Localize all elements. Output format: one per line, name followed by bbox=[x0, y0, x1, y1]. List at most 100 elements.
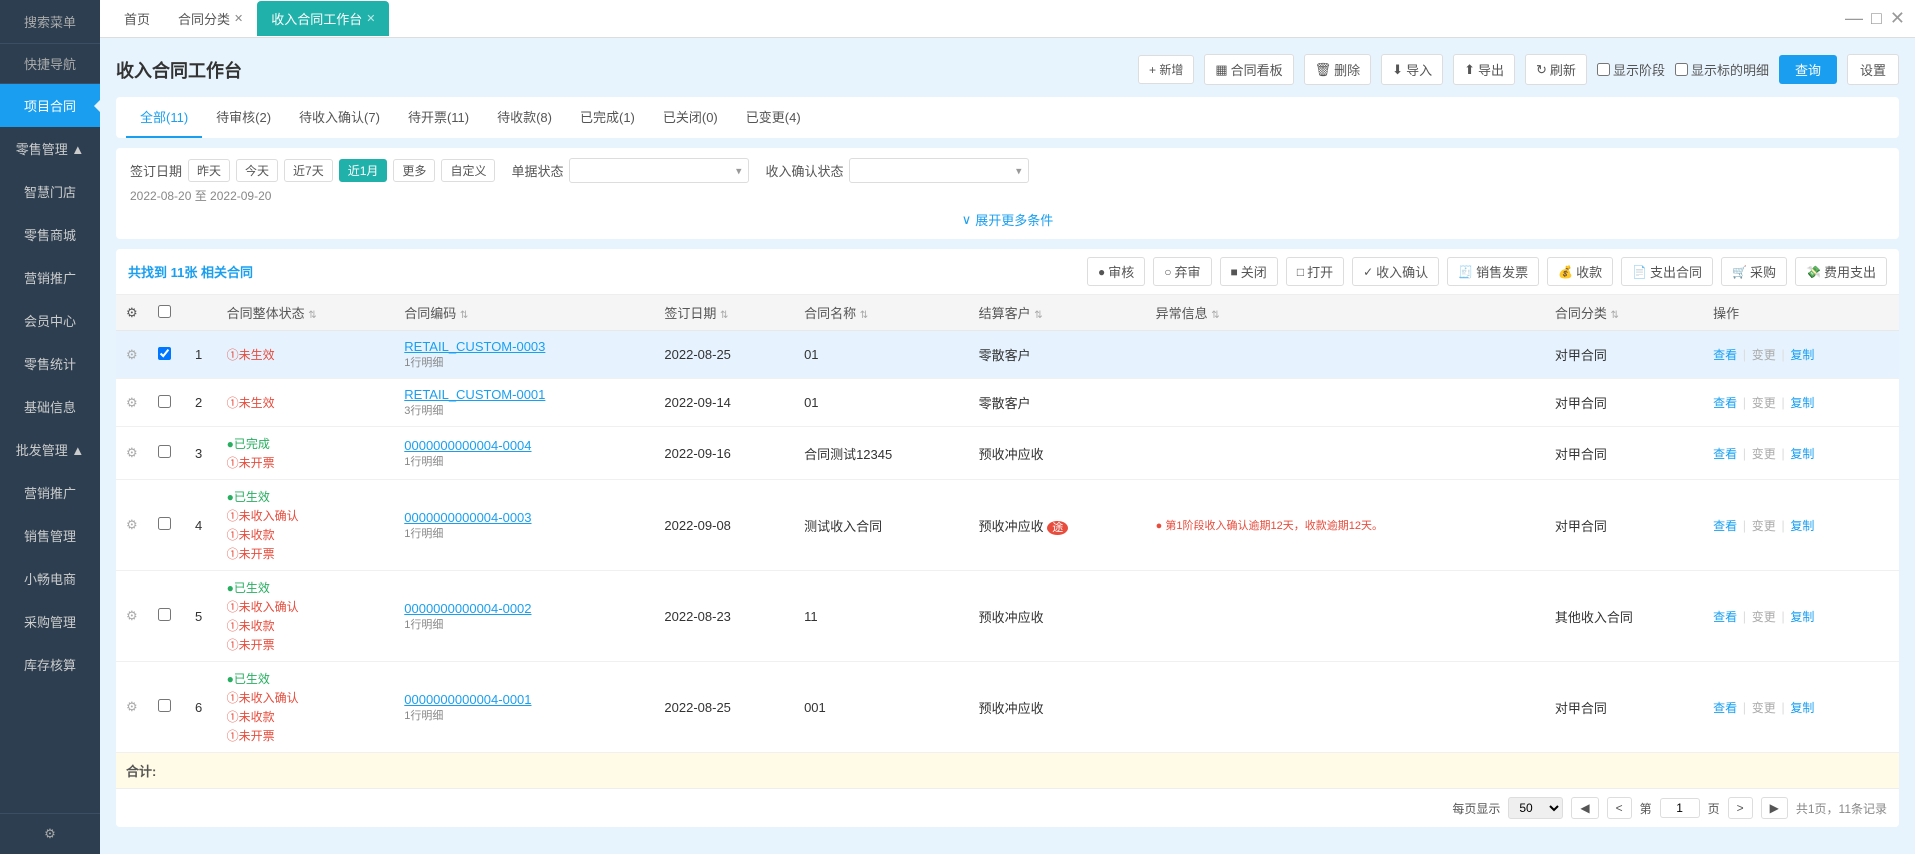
action-btn-abandon[interactable]: ○弃审 bbox=[1153, 257, 1211, 286]
minimize-icon[interactable]: — bbox=[1845, 8, 1863, 29]
sidebar-item-retailstat[interactable]: 零售统计 bbox=[0, 342, 100, 385]
op-变更-2[interactable]: 变更 bbox=[1752, 447, 1776, 461]
new-button[interactable]: + 新增 bbox=[1138, 55, 1194, 84]
tab-income-workbench[interactable]: 收入合同工作台 ✕ bbox=[257, 1, 389, 36]
status-tab-completed[interactable]: 已完成(1) bbox=[566, 97, 649, 138]
tab-home[interactable]: 首页 bbox=[110, 1, 164, 36]
status-tab-pending_review[interactable]: 待审核(2) bbox=[202, 97, 285, 138]
row-gear-3[interactable]: ⚙ bbox=[116, 480, 148, 571]
tab-close-income-workbench[interactable]: ✕ bbox=[366, 12, 375, 25]
action-btn-payment[interactable]: 💰收款 bbox=[1547, 257, 1613, 286]
code-link-5[interactable]: 0000000000004-0001 bbox=[404, 692, 531, 707]
sidebar-item-project[interactable]: 项目合同 bbox=[0, 84, 100, 127]
row-checkbox-5[interactable] bbox=[158, 699, 171, 712]
show-stage-checkbox[interactable]: 显示阶段 bbox=[1597, 60, 1665, 79]
status-tab-pending_invoice[interactable]: 待开票(11) bbox=[394, 97, 483, 138]
sidebar-item-xiaochangec[interactable]: 小畅电商 bbox=[0, 557, 100, 600]
row-checkbox-2[interactable] bbox=[158, 445, 171, 458]
row-gear-1[interactable]: ⚙ bbox=[116, 379, 148, 427]
sidebar-settings-icon[interactable]: ⚙ bbox=[0, 813, 100, 854]
status-tab-closed[interactable]: 已关闭(0) bbox=[649, 97, 732, 138]
sidebar-item-wholesale[interactable]: 批发管理 ▲ bbox=[0, 428, 100, 471]
export-button[interactable]: ⬆ 导出 bbox=[1453, 54, 1515, 85]
show-detail-checkbox[interactable]: 显示标的明细 bbox=[1675, 60, 1769, 79]
row-gear-5[interactable]: ⚙ bbox=[116, 662, 148, 753]
op-查看-0[interactable]: 查看 bbox=[1713, 348, 1737, 362]
row-checkbox-3[interactable] bbox=[158, 517, 171, 530]
op-查看-4[interactable]: 查看 bbox=[1713, 610, 1737, 624]
sidebar-item-purchase[interactable]: 采购管理 bbox=[0, 600, 100, 643]
date-btn-today[interactable]: 今天 bbox=[236, 159, 278, 182]
date-btn-last7[interactable]: 近7天 bbox=[284, 159, 333, 182]
query-button[interactable]: 查询 bbox=[1779, 55, 1837, 84]
gear-icon[interactable]: ⚙ bbox=[126, 608, 138, 623]
op-复制-0[interactable]: 复制 bbox=[1790, 348, 1814, 362]
gear-icon[interactable]: ⚙ bbox=[126, 699, 138, 714]
code-link-4[interactable]: 0000000000004-0002 bbox=[404, 601, 531, 616]
expand-more-btn[interactable]: ∨ 展开更多条件 bbox=[130, 210, 1885, 229]
op-变更-3[interactable]: 变更 bbox=[1752, 519, 1776, 533]
op-变更-5[interactable]: 变更 bbox=[1752, 701, 1776, 715]
refresh-button[interactable]: ↻ 刷新 bbox=[1525, 54, 1587, 85]
op-复制-4[interactable]: 复制 bbox=[1790, 610, 1814, 624]
page-input[interactable] bbox=[1660, 798, 1700, 818]
row-checkbox-1[interactable] bbox=[158, 395, 171, 408]
sort-date-icon[interactable]: ⇅ bbox=[720, 310, 728, 321]
prev-page-btn[interactable]: < bbox=[1607, 797, 1632, 819]
op-复制-1[interactable]: 复制 bbox=[1790, 396, 1814, 410]
last-page-btn[interactable]: ▶ bbox=[1761, 797, 1788, 819]
code-link-2[interactable]: 0000000000004-0004 bbox=[404, 438, 531, 453]
sort-exception-icon[interactable]: ⇅ bbox=[1211, 310, 1219, 321]
import-button[interactable]: ⬇ 导入 bbox=[1381, 54, 1443, 85]
first-page-btn[interactable]: ◀ bbox=[1571, 797, 1598, 819]
sidebar-item-smartstore[interactable]: 智慧门店 bbox=[0, 170, 100, 213]
sort-customer-icon[interactable]: ⇅ bbox=[1034, 310, 1042, 321]
gear-icon[interactable]: ⚙ bbox=[126, 517, 138, 532]
sidebar-item-mkt2[interactable]: 营销推广 bbox=[0, 471, 100, 514]
status-tab-changed[interactable]: 已变更(4) bbox=[732, 97, 815, 138]
op-变更-0[interactable]: 变更 bbox=[1752, 348, 1776, 362]
sort-category-icon[interactable]: ⇅ bbox=[1611, 310, 1619, 321]
action-btn-sales_invoice[interactable]: 🧾销售发票 bbox=[1447, 257, 1539, 286]
action-btn-purchase[interactable]: 🛒采购 bbox=[1721, 257, 1787, 286]
sidebar-item-member[interactable]: 会员中心 bbox=[0, 299, 100, 342]
tab-contract-category[interactable]: 合同分类 ✕ bbox=[164, 1, 257, 36]
code-link-1[interactable]: RETAIL_CUSTOM-0001 bbox=[404, 387, 545, 402]
sidebar-item-retail[interactable]: 零售管理 ▲ bbox=[0, 127, 100, 170]
op-复制-2[interactable]: 复制 bbox=[1790, 447, 1814, 461]
op-查看-5[interactable]: 查看 bbox=[1713, 701, 1737, 715]
sort-name-icon[interactable]: ⇅ bbox=[860, 310, 868, 321]
sidebar-search[interactable]: 搜索菜单 bbox=[0, 0, 100, 44]
date-btn-last1m[interactable]: 近1月 bbox=[339, 159, 388, 182]
action-btn-income_confirm[interactable]: ✓收入确认 bbox=[1352, 257, 1439, 286]
status-tab-pending_confirm[interactable]: 待收入确认(7) bbox=[285, 97, 394, 138]
date-btn-more[interactable]: 更多 bbox=[393, 159, 435, 182]
per-page-select[interactable]: 102050100 bbox=[1508, 797, 1563, 819]
sidebar-quicknav[interactable]: 快捷导航 bbox=[0, 44, 100, 84]
tab-close-contract-category[interactable]: ✕ bbox=[234, 12, 243, 25]
sidebar-item-baseinfo[interactable]: 基础信息 bbox=[0, 385, 100, 428]
maximize-icon[interactable]: □ bbox=[1871, 8, 1882, 29]
action-btn-close[interactable]: ■关闭 bbox=[1220, 257, 1278, 286]
op-变更-1[interactable]: 变更 bbox=[1752, 396, 1776, 410]
income-confirm-select[interactable] bbox=[849, 158, 1029, 183]
op-查看-3[interactable]: 查看 bbox=[1713, 519, 1737, 533]
op-复制-3[interactable]: 复制 bbox=[1790, 519, 1814, 533]
row-gear-4[interactable]: ⚙ bbox=[116, 571, 148, 662]
status-tab-pending_payment[interactable]: 待收款(8) bbox=[483, 97, 566, 138]
code-link-3[interactable]: 0000000000004-0003 bbox=[404, 510, 531, 525]
action-btn-open[interactable]: □打开 bbox=[1286, 257, 1344, 286]
op-复制-5[interactable]: 复制 bbox=[1790, 701, 1814, 715]
row-checkbox-4[interactable] bbox=[158, 608, 171, 621]
window-close-icon[interactable]: ✕ bbox=[1890, 8, 1905, 29]
select-all-checkbox[interactable] bbox=[158, 305, 171, 318]
action-btn-expense_out[interactable]: 📄支出合同 bbox=[1621, 257, 1713, 286]
date-btn-custom[interactable]: 自定义 bbox=[441, 159, 495, 182]
doc-status-select[interactable] bbox=[569, 158, 749, 183]
date-btn-yesterday[interactable]: 昨天 bbox=[188, 159, 230, 182]
op-变更-4[interactable]: 变更 bbox=[1752, 610, 1776, 624]
sidebar-item-inventory[interactable]: 库存核算 bbox=[0, 643, 100, 686]
action-btn-expense[interactable]: 💸费用支出 bbox=[1795, 257, 1887, 286]
next-page-btn[interactable]: > bbox=[1728, 797, 1753, 819]
setting-button[interactable]: 设置 bbox=[1847, 54, 1899, 85]
